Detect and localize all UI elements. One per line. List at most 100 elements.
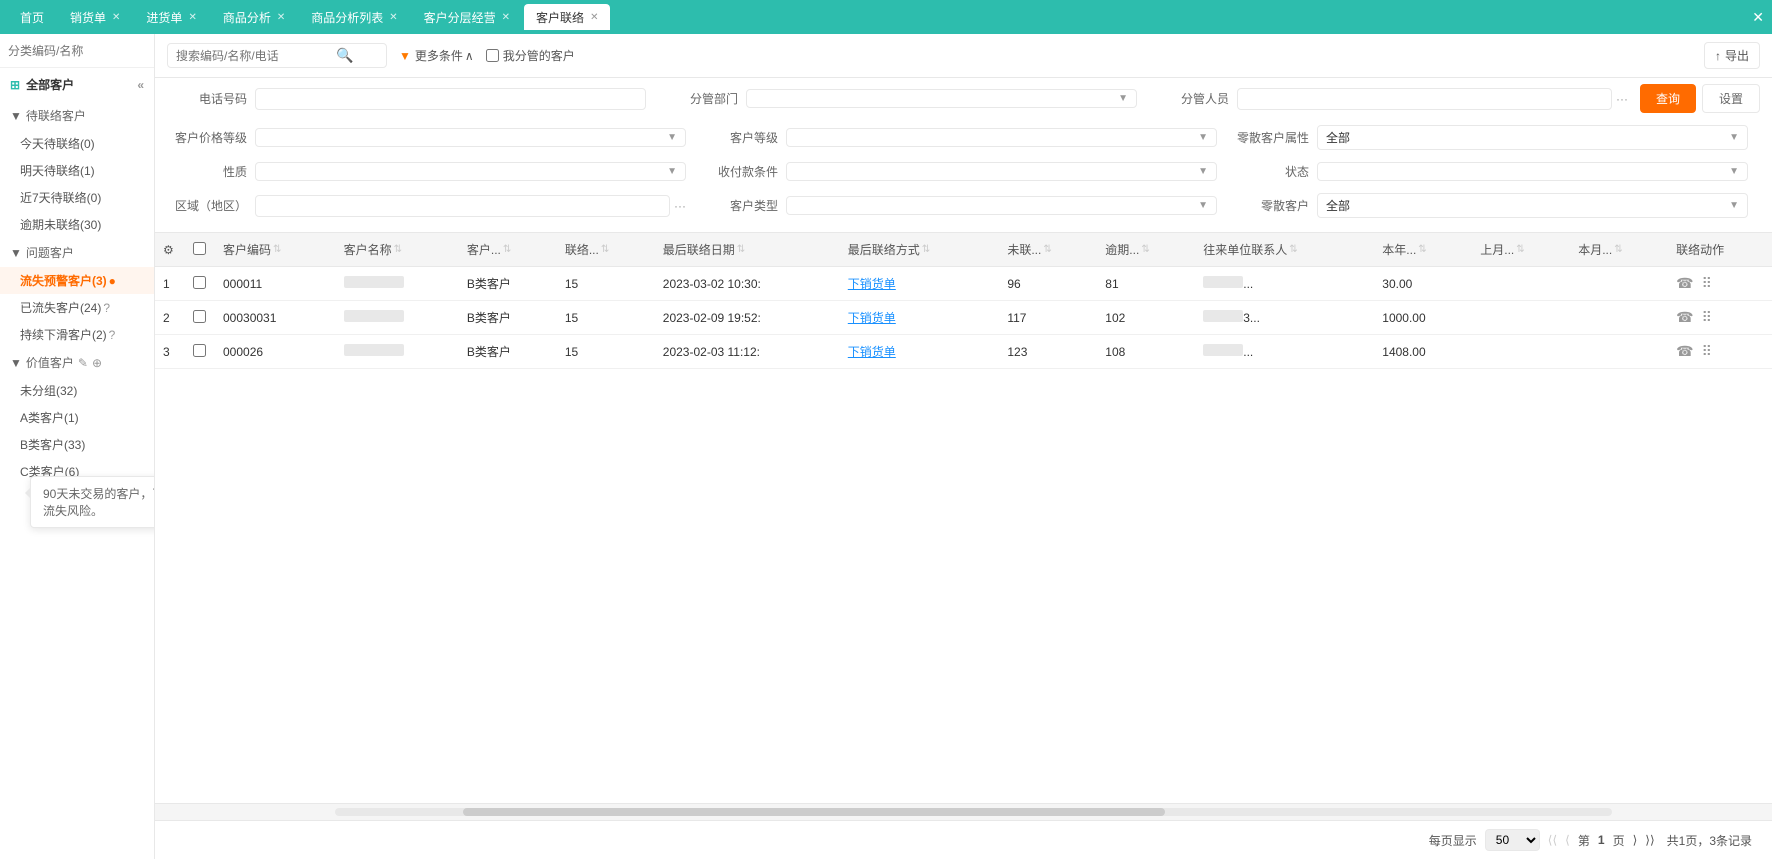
sidebar-item-b-class[interactable]: B类客户(33)	[0, 431, 154, 458]
th-name[interactable]: 客户名称 ⇅	[336, 233, 459, 267]
region-dots-btn[interactable]: ···	[674, 199, 686, 213]
status-select[interactable]: ▼	[1317, 162, 1748, 181]
sidebar-item-7days[interactable]: 近7天待联络(0)	[0, 184, 154, 211]
sidebar-item-a-class[interactable]: A类客户(1)	[0, 404, 154, 431]
manager-dots-btn[interactable]: ···	[1616, 92, 1628, 106]
zero-attr-select[interactable]: 全部 ▼	[1317, 125, 1748, 150]
tab-home[interactable]: 首页	[8, 4, 56, 30]
tab-close-purchase-order[interactable]: ✕	[188, 12, 196, 23]
tab-product-analysis-list[interactable]: 商品分析列表 ✕	[299, 4, 409, 30]
search-button[interactable]: 🔍	[336, 47, 353, 64]
cell-checkbox-1[interactable]	[185, 301, 215, 335]
customer-table: ⚙ 客户编码 ⇅ 客户名称	[155, 233, 1772, 369]
contact-icon-2[interactable]: ☎	[1676, 343, 1693, 360]
cell-checkbox-0[interactable]	[185, 267, 215, 301]
row-checkbox-2[interactable]	[193, 344, 206, 357]
th-type[interactable]: 客户... ⇅	[459, 233, 557, 267]
more-icon-1[interactable]: ⠿	[1702, 309, 1712, 326]
sidebar-search-input[interactable]	[8, 44, 155, 58]
select-all-checkbox[interactable]	[193, 242, 206, 255]
search-input[interactable]	[176, 49, 336, 63]
zero-customer-select[interactable]: 全部 ▼	[1317, 193, 1748, 218]
row-checkbox-0[interactable]	[193, 276, 206, 289]
customer-type-select[interactable]: ▼	[786, 196, 1217, 215]
sidebar-group-header-pending[interactable]: ▼ 待联络客户	[0, 101, 154, 130]
cell-type-2: B类客户	[459, 335, 557, 369]
nature-select[interactable]: ▼	[255, 162, 686, 181]
sidebar-item-today[interactable]: 今天待联络(0)	[0, 130, 154, 157]
th-contacts[interactable]: 联络... ⇅	[557, 233, 655, 267]
export-button[interactable]: ↑ 导出	[1704, 42, 1760, 69]
settings-button[interactable]: 设置	[1702, 84, 1760, 113]
th-no-contact[interactable]: 未联... ⇅	[999, 233, 1097, 267]
tab-customer-tier[interactable]: 客户分层经营 ✕	[412, 4, 522, 30]
tab-bar: 首页 销货单 ✕ 进货单 ✕ 商品分析 ✕ 商品分析列表 ✕ 客户分层经营 ✕ …	[0, 0, 1772, 34]
prev-page-btn[interactable]: ⟨	[1565, 833, 1570, 847]
settings-icon[interactable]: ⚙	[163, 243, 174, 257]
more-filter-btn[interactable]: ▼ 更多条件 ∧	[399, 47, 474, 64]
sidebar-item-overdue[interactable]: 逾期未联络(30)	[0, 211, 154, 238]
th-settings[interactable]: ⚙	[155, 233, 185, 267]
last-page-btn[interactable]: ⟩⟩	[1645, 833, 1654, 847]
th-last-contact-date[interactable]: 最后联络日期 ⇅	[655, 233, 840, 267]
tab-close-sales-order[interactable]: ✕	[112, 12, 120, 23]
sidebar-collapse-btn[interactable]: «	[137, 78, 144, 92]
sidebar-item-ungroup[interactable]: 未分组(32)	[0, 377, 154, 404]
dept-select[interactable]: ▼	[746, 89, 1137, 108]
row-checkbox-1[interactable]	[193, 310, 206, 323]
sidebar-group-header-problem[interactable]: ▼ 问题客户	[0, 238, 154, 267]
close-window-btn[interactable]: ✕	[1752, 9, 1764, 26]
th-checkbox[interactable]	[185, 233, 215, 267]
method-link-1[interactable]: 下销货单	[848, 311, 896, 325]
tab-close-customer-contact[interactable]: ✕	[590, 12, 598, 23]
tab-close-product-analysis-list[interactable]: ✕	[389, 12, 397, 23]
date-sort-icon: ⇅	[737, 244, 745, 255]
next-page-btn[interactable]: ⟩	[1633, 833, 1638, 847]
cell-method-0[interactable]: 下销货单	[840, 267, 1000, 301]
customer-level-select[interactable]: ▼	[786, 128, 1217, 147]
th-last-contact-method[interactable]: 最后联络方式 ⇅	[840, 233, 1000, 267]
price-level-select[interactable]: ▼	[255, 128, 686, 147]
my-customers-checkbox-wrap[interactable]: 我分管的客户	[486, 47, 575, 64]
region-input[interactable]	[255, 195, 670, 217]
manager-input[interactable]	[1237, 88, 1612, 110]
contact-icon-0[interactable]: ☎	[1676, 275, 1693, 292]
tooltip-arrow	[25, 487, 31, 499]
sidebar-group-header-value[interactable]: ▼ 价值客户 ✎ ⊕	[0, 348, 154, 377]
sidebar-item-churned[interactable]: 已流失客户(24) ?	[0, 294, 154, 321]
scroll-thumb[interactable]	[463, 808, 1165, 816]
th-unit-contacts[interactable]: 往来单位联系人 ⇅	[1195, 233, 1374, 267]
sidebar-item-declining[interactable]: 持续下滑客户(2) ?	[0, 321, 154, 348]
tab-customer-contact[interactable]: 客户联络 ✕	[524, 4, 610, 30]
value-group-add-icon[interactable]: ⊕	[92, 356, 102, 370]
payment-select[interactable]: ▼	[786, 162, 1217, 181]
method-link-0[interactable]: 下销货单	[848, 277, 896, 291]
sidebar-item-tomorrow[interactable]: 明天待联络(1)	[0, 157, 154, 184]
tab-purchase-order[interactable]: 进货单 ✕	[134, 4, 208, 30]
sidebar-item-churn-warning[interactable]: 流失预警客户(3) ●	[0, 267, 154, 294]
more-icon-2[interactable]: ⠿	[1702, 343, 1712, 360]
tab-product-analysis[interactable]: 商品分析 ✕	[211, 4, 297, 30]
tab-sales-order[interactable]: 销货单 ✕	[58, 4, 132, 30]
my-customers-checkbox[interactable]	[486, 49, 499, 62]
cell-method-1[interactable]: 下销货单	[840, 301, 1000, 335]
more-icon-0[interactable]: ⠿	[1702, 275, 1712, 292]
query-button[interactable]: 查询	[1640, 84, 1696, 113]
tab-close-customer-tier[interactable]: ✕	[502, 12, 510, 23]
cell-checkbox-2[interactable]	[185, 335, 215, 369]
method-link-2[interactable]: 下销货单	[848, 345, 896, 359]
value-group-edit-icon[interactable]: ✎	[78, 356, 88, 370]
th-this-year[interactable]: 本年... ⇅	[1374, 233, 1472, 267]
page-size-select[interactable]: 50 100	[1485, 829, 1540, 851]
th-last-month[interactable]: 上月... ⇅	[1472, 233, 1570, 267]
phone-input[interactable]	[255, 88, 646, 110]
contact-icon-1[interactable]: ☎	[1676, 309, 1693, 326]
first-page-btn[interactable]: ⟨⟨	[1548, 833, 1557, 847]
tab-close-product-analysis[interactable]: ✕	[277, 12, 285, 23]
sidebar-all-customers[interactable]: ⊞ 全部客户 «	[0, 68, 154, 101]
scroll-bar[interactable]	[335, 808, 1612, 816]
th-code[interactable]: 客户编码 ⇅	[215, 233, 336, 267]
th-this-month[interactable]: 本月... ⇅	[1570, 233, 1668, 267]
th-overdue[interactable]: 逾期... ⇅	[1097, 233, 1195, 267]
cell-method-2[interactable]: 下销货单	[840, 335, 1000, 369]
